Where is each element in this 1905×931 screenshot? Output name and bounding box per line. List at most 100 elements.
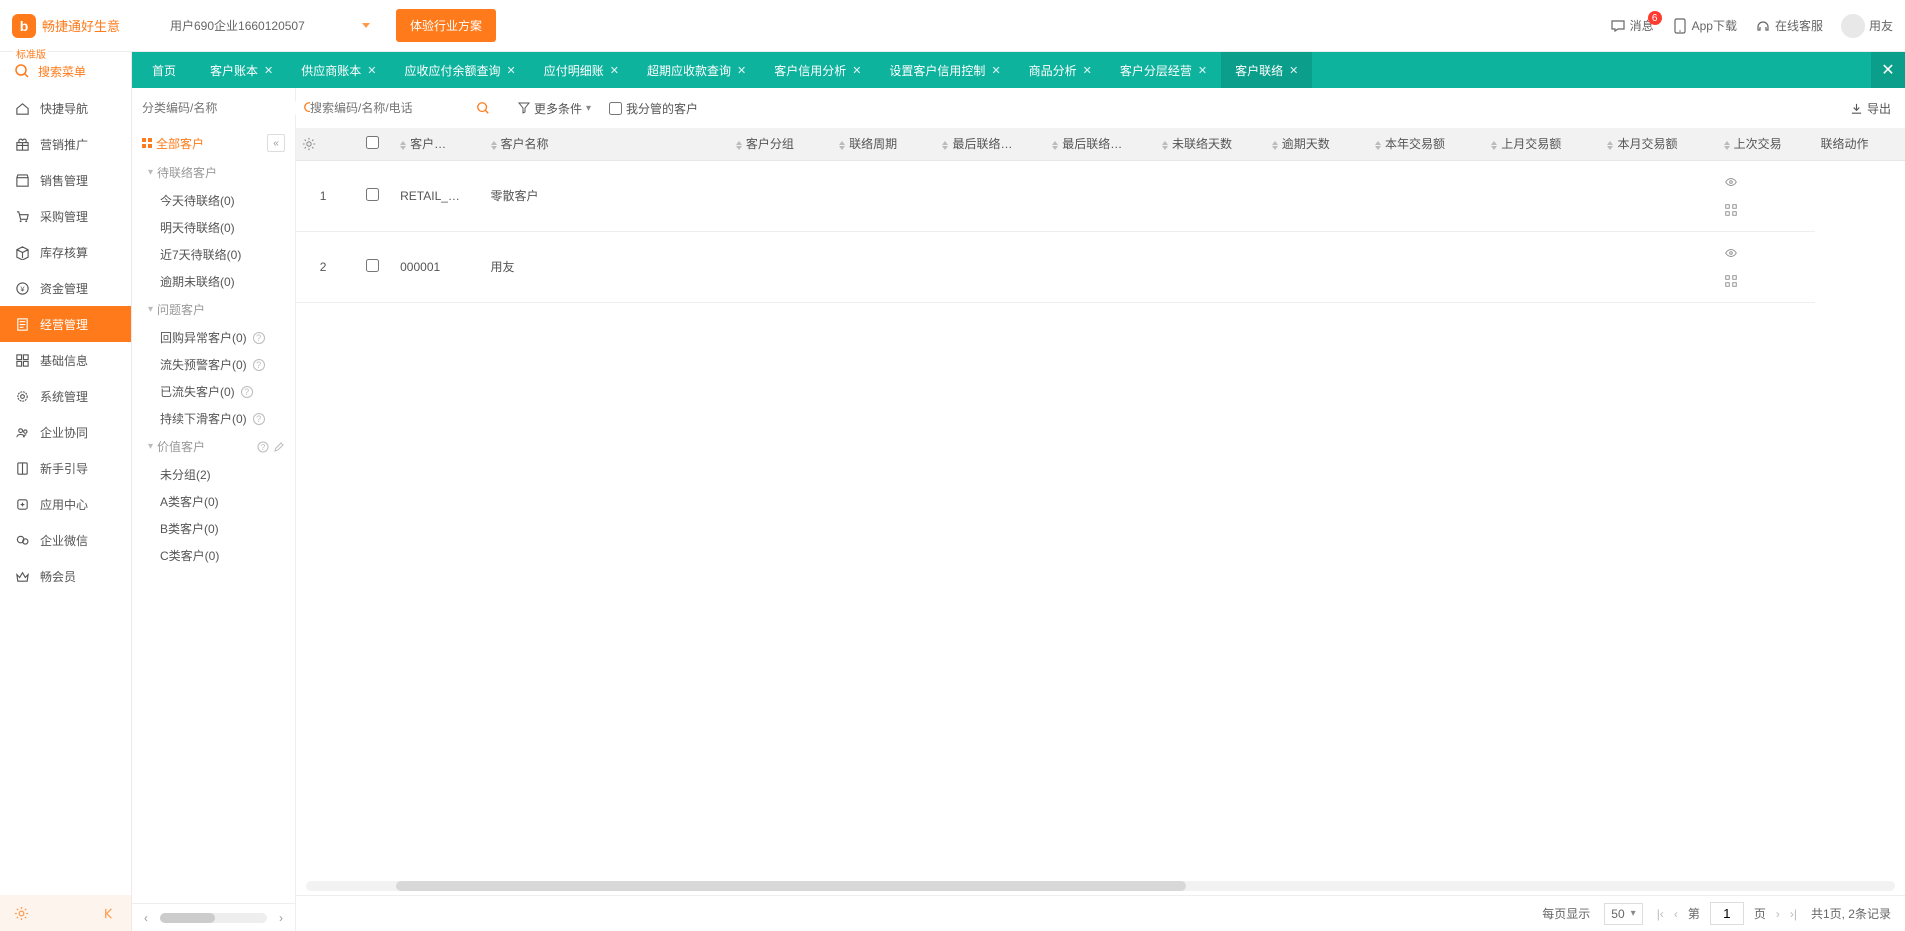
col-group[interactable]: 客户分组 bbox=[730, 128, 833, 160]
table-search[interactable] bbox=[310, 101, 500, 116]
close-icon[interactable]: ✕ bbox=[610, 64, 619, 77]
tab-customer-ledger[interactable]: 客户账本✕ bbox=[196, 52, 287, 88]
nav-item-marketing[interactable]: 营销推广 bbox=[0, 126, 131, 162]
tab-overdue-ar[interactable]: 超期应收款查询✕ bbox=[633, 52, 760, 88]
select-all-checkbox[interactable] bbox=[366, 136, 379, 149]
tab-ap-detail[interactable]: 应付明细账✕ bbox=[530, 52, 633, 88]
tree-leaf[interactable]: 持续下滑客户(0)? bbox=[132, 405, 295, 432]
horizontal-scrollbar[interactable] bbox=[296, 877, 1905, 895]
nav-item-sales[interactable]: 销售管理 bbox=[0, 162, 131, 198]
nav-item-business[interactable]: 经营管理 bbox=[0, 306, 131, 342]
tab-home[interactable]: 首页 bbox=[132, 52, 196, 88]
app-download-link[interactable]: App下载 bbox=[1672, 17, 1737, 34]
col-thismonth[interactable]: 本月交易额 bbox=[1601, 128, 1717, 160]
nav-item-member[interactable]: 畅会员 bbox=[0, 558, 131, 594]
nav-item-inventory[interactable]: 库存核算 bbox=[0, 234, 131, 270]
close-icon[interactable]: ✕ bbox=[1198, 64, 1207, 77]
export-button[interactable]: 导出 bbox=[1850, 100, 1891, 117]
page-input[interactable] bbox=[1710, 902, 1744, 925]
row-checkbox[interactable] bbox=[366, 259, 379, 272]
next-page-icon[interactable]: › bbox=[1776, 907, 1780, 921]
col-last1[interactable]: 最后联络… bbox=[936, 128, 1046, 160]
col-lasttx[interactable]: 上次交易 bbox=[1718, 128, 1815, 160]
col-lastmonth[interactable]: 上月交易额 bbox=[1485, 128, 1601, 160]
view-icon[interactable] bbox=[1724, 246, 1809, 260]
scroll-thumb[interactable] bbox=[396, 881, 1186, 891]
tree-all-customers[interactable]: 全部客户 bbox=[142, 135, 204, 152]
collapse-tree-button[interactable]: « bbox=[267, 134, 285, 152]
help-icon[interactable]: ? bbox=[241, 386, 253, 398]
messages-link[interactable]: 消息 6 bbox=[1610, 17, 1654, 34]
checkbox-input[interactable] bbox=[609, 102, 622, 115]
more-icon[interactable] bbox=[1724, 203, 1809, 217]
per-page-select[interactable]: 50 ▾ bbox=[1604, 903, 1642, 925]
tree-group-value[interactable]: ▾价值客户 ? bbox=[132, 432, 295, 461]
tab-arap-balance[interactable]: 应收应付余额查询✕ bbox=[390, 52, 529, 88]
tree-leaf[interactable]: 未分组(2) bbox=[132, 461, 295, 488]
help-icon[interactable]: ? bbox=[253, 413, 265, 425]
tree-leaf[interactable]: 流失预警客户(0)? bbox=[132, 351, 295, 378]
col-last2[interactable]: 最后联络… bbox=[1046, 128, 1156, 160]
close-icon[interactable]: ✕ bbox=[1083, 64, 1092, 77]
scroll-left-icon[interactable]: ‹ bbox=[138, 911, 154, 925]
tab-product-analysis[interactable]: 商品分析✕ bbox=[1015, 52, 1106, 88]
scroll-right-icon[interactable]: › bbox=[273, 911, 289, 925]
table-row[interactable]: 1 RETAIL_… 零散客户 bbox=[296, 160, 1905, 231]
tree-leaf[interactable]: C类客户(0) bbox=[132, 542, 295, 569]
tab-customer-contact[interactable]: 客户联络✕ bbox=[1221, 52, 1312, 88]
col-year[interactable]: 本年交易额 bbox=[1369, 128, 1485, 160]
close-icon[interactable]: ✕ bbox=[1289, 64, 1298, 77]
edit-icon[interactable] bbox=[273, 441, 285, 453]
nav-item-appcenter[interactable]: 应用中心 bbox=[0, 486, 131, 522]
nav-item-finance[interactable]: ¥资金管理 bbox=[0, 270, 131, 306]
tree-leaf[interactable]: 回购异常客户(0)? bbox=[132, 324, 295, 351]
scroll-thumb[interactable] bbox=[160, 913, 215, 923]
my-customers-checkbox[interactable]: 我分管的客户 bbox=[609, 100, 698, 117]
tree-scrollbar[interactable]: ‹ › bbox=[132, 903, 295, 931]
trial-button[interactable]: 体验行业方案 bbox=[396, 9, 496, 42]
help-icon[interactable]: ? bbox=[253, 332, 265, 344]
tab-customer-tier[interactable]: 客户分层经营✕ bbox=[1106, 52, 1221, 88]
col-name[interactable]: 客户名称 bbox=[485, 128, 730, 160]
tree-leaf[interactable]: 今天待联络(0) bbox=[132, 187, 295, 214]
online-service-link[interactable]: 在线客服 bbox=[1755, 17, 1823, 34]
row-checkbox[interactable] bbox=[366, 188, 379, 201]
checkbox-column[interactable] bbox=[350, 128, 394, 160]
nav-item-basicinfo[interactable]: 基础信息 bbox=[0, 342, 131, 378]
table-row[interactable]: 2 000001 用友 bbox=[296, 231, 1905, 302]
tree-leaf[interactable]: 近7天待联络(0) bbox=[132, 241, 295, 268]
close-icon[interactable]: ✕ bbox=[991, 64, 1000, 77]
tree-group-pending[interactable]: ▾待联络客户 bbox=[132, 158, 295, 187]
settings-icon[interactable] bbox=[14, 906, 29, 921]
scroll-track[interactable] bbox=[306, 881, 1895, 891]
close-icon[interactable]: ✕ bbox=[367, 64, 376, 77]
settings-column[interactable] bbox=[296, 128, 350, 160]
tab-credit-analysis[interactable]: 客户信用分析✕ bbox=[760, 52, 875, 88]
tree-leaf[interactable]: 明天待联络(0) bbox=[132, 214, 295, 241]
user-menu[interactable]: 用友 bbox=[1841, 14, 1893, 38]
close-icon[interactable]: ✕ bbox=[737, 64, 746, 77]
prev-page-icon[interactable]: ‹ bbox=[1674, 907, 1678, 921]
nav-item-collab[interactable]: 企业协同 bbox=[0, 414, 131, 450]
col-overdue[interactable]: 逾期天数 bbox=[1266, 128, 1369, 160]
tabs-close-all[interactable]: ✕ bbox=[1871, 52, 1905, 88]
close-icon[interactable]: ✕ bbox=[264, 64, 273, 77]
tab-vendor-ledger[interactable]: 供应商账本✕ bbox=[287, 52, 390, 88]
more-icon[interactable] bbox=[1724, 274, 1809, 288]
view-icon[interactable] bbox=[1724, 175, 1809, 189]
more-conditions[interactable]: 更多条件 ▾ bbox=[518, 100, 591, 117]
nav-item-system[interactable]: 系统管理 bbox=[0, 378, 131, 414]
tree-leaf[interactable]: B类客户(0) bbox=[132, 515, 295, 542]
col-code[interactable]: 客户… bbox=[394, 128, 484, 160]
col-cycle[interactable]: 联络周期 bbox=[833, 128, 936, 160]
close-icon[interactable]: ✕ bbox=[507, 64, 516, 77]
tree-group-problem[interactable]: ▾问题客户 bbox=[132, 295, 295, 324]
close-icon[interactable]: ✕ bbox=[852, 64, 861, 77]
tree-leaf[interactable]: 已流失客户(0)? bbox=[132, 378, 295, 405]
tab-credit-control[interactable]: 设置客户信用控制✕ bbox=[875, 52, 1014, 88]
tenant-selector[interactable]: 用户690企业1660120507 bbox=[160, 13, 380, 38]
table-search-input[interactable] bbox=[310, 101, 470, 115]
nav-item-guide[interactable]: 新手引导 bbox=[0, 450, 131, 486]
scroll-track[interactable] bbox=[160, 913, 267, 923]
nav-item-wecom[interactable]: 企业微信 bbox=[0, 522, 131, 558]
